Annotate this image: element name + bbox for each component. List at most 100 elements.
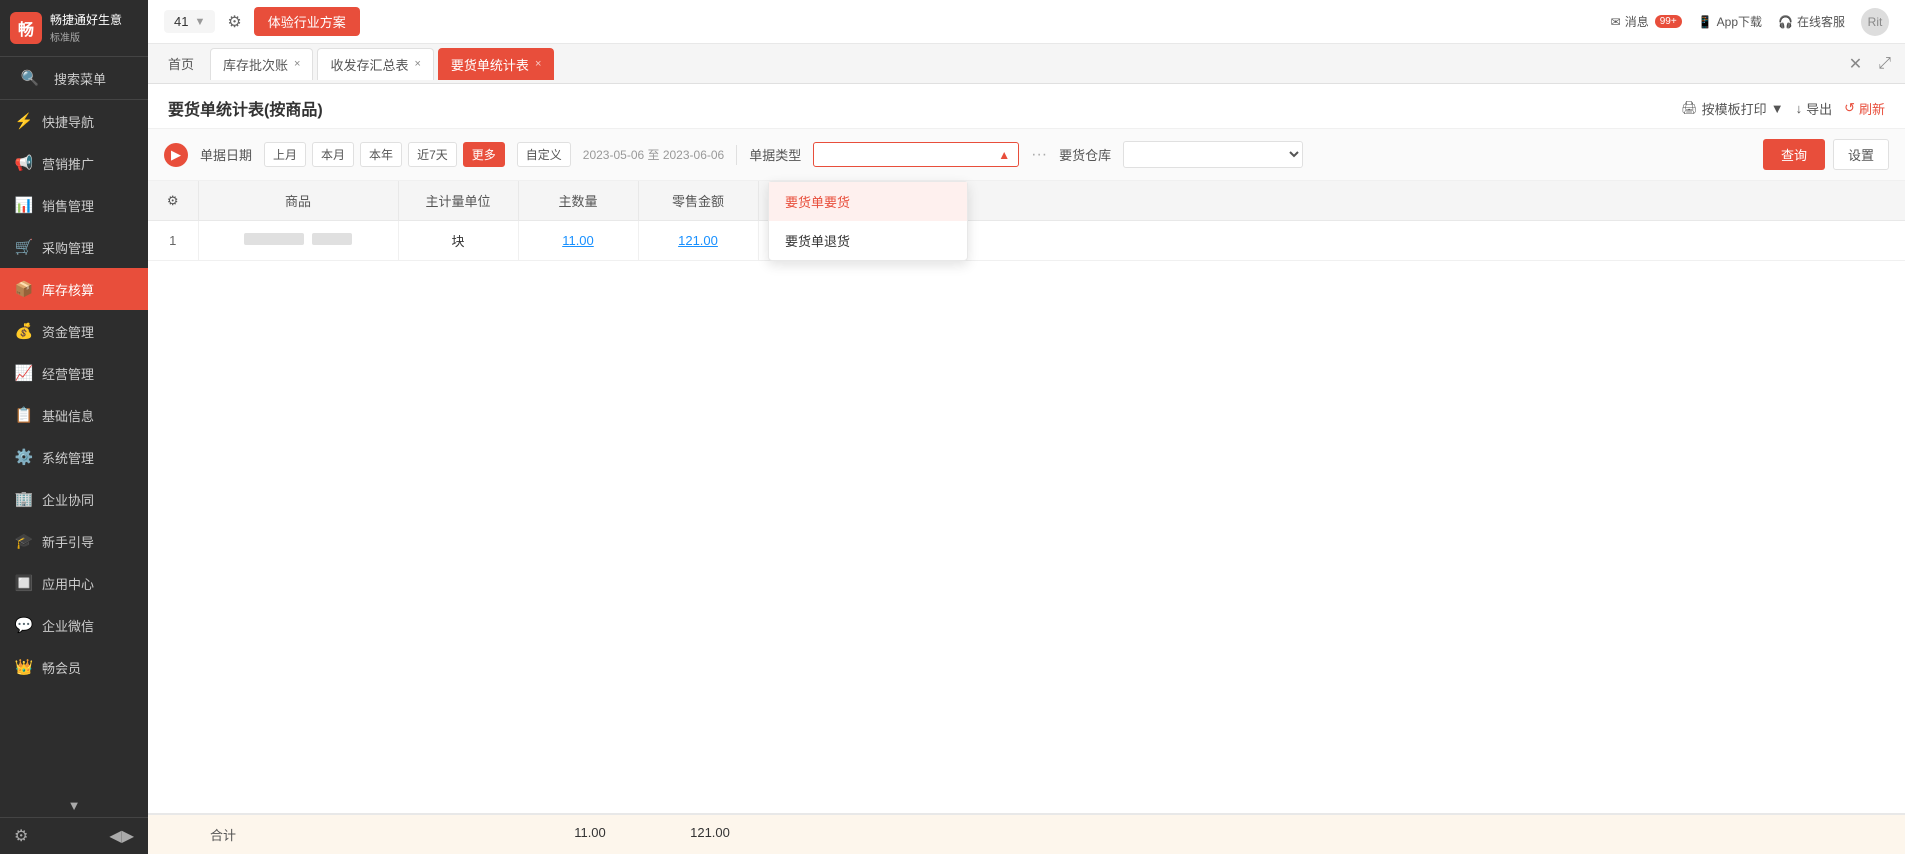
topbar-right: ✉ 消息 99+ 📱 App下载 🎧 在线客服 Rit <box>1611 8 1889 36</box>
sidebar-item-guide[interactable]: 🎓 新手引导 <box>0 520 148 562</box>
amount-link[interactable]: 121.00 <box>678 233 718 248</box>
page-header: 要货单统计表(按商品) 🖨 按模板打印 ▼ ↓ 导出 ↺ 刷新 <box>148 84 1905 129</box>
tab-inventory-batch-close[interactable]: × <box>294 58 300 70</box>
marketing-icon: 📢 <box>14 153 34 173</box>
sidebar-item-membership[interactable]: 👑 畅会员 <box>0 646 148 688</box>
export-icon: ↓ <box>1796 101 1803 116</box>
sidebar-item-shortcuts[interactable]: ⚡ 快捷导航 <box>0 100 148 142</box>
tab-receipts-summary-close[interactable]: × <box>414 58 420 70</box>
sidebar-item-wechat[interactable]: 💬 企业微信 <box>0 604 148 646</box>
sidebar-label-wechat: 企业微信 <box>42 616 94 635</box>
filter-date-btns: 上月 本月 本年 近7天 更多 <box>264 142 505 167</box>
filter-settings-btn[interactable]: 设置 <box>1833 139 1889 170</box>
type-select-input[interactable] <box>822 147 998 162</box>
sidebar-nav: ⚡ 快捷导航 📢 营销推广 📊 销售管理 🛒 采购管理 📦 库存核算 💰 资金管… <box>0 100 148 794</box>
filter-more-icon[interactable]: ··· <box>1031 146 1047 164</box>
export-btn[interactable]: ↓ 导出 <box>1796 99 1833 118</box>
sidebar-label-marketing: 营销推广 <box>42 154 94 173</box>
col-settings[interactable]: ⚙ <box>148 181 198 221</box>
date-btn-last-month[interactable]: 上月 <box>264 142 306 167</box>
dropdown-item-order-return[interactable]: 要货单退货 <box>769 221 967 260</box>
type-select[interactable]: ▲ <box>813 142 1019 167</box>
print-chevron-icon: ▼ <box>1771 101 1784 116</box>
main-area: 41 ▼ ⚙ 体验行业方案 ✉ 消息 99+ 📱 App下载 🎧 在线客服 Ri… <box>148 0 1905 854</box>
warehouse-select[interactable] <box>1123 141 1303 168</box>
close-all-tabs-btn[interactable]: ✕ <box>1843 52 1868 76</box>
expand-tabbar-btn[interactable]: ⤢ <box>1872 52 1897 76</box>
logo-icon: 畅 <box>10 12 42 44</box>
table-row: 1 块 11.00 121.00 <box>148 221 1905 261</box>
row-unit: 块 <box>398 221 518 261</box>
service-icon: 🎧 <box>1778 15 1793 29</box>
refresh-btn[interactable]: ↺ 刷新 <box>1844 99 1885 118</box>
page-content: 要货单统计表(按商品) 🖨 按模板打印 ▼ ↓ 导出 ↺ 刷新 ▶ <box>148 84 1905 854</box>
page-header-actions: 🖨 按模板打印 ▼ ↓ 导出 ↺ 刷新 <box>1681 99 1885 118</box>
store-selector[interactable]: 41 ▼ <box>164 10 215 33</box>
table-body: 1 块 11.00 121.00 <box>148 221 1905 261</box>
app-icon: 📱 <box>1698 15 1713 29</box>
tab-home[interactable]: 首页 <box>156 48 206 79</box>
tab-order-stats[interactable]: 要货单统计表 × <box>438 48 554 80</box>
sidebar-item-inventory[interactable]: 📦 库存核算 <box>0 268 148 310</box>
collapse-icon[interactable]: ◀▶ <box>109 826 134 846</box>
table-container: ⚙ 商品 主计量单位 主数量 零售金额 1 <box>148 181 1905 813</box>
settings-bottom-icon[interactable]: ⚙ <box>14 826 28 846</box>
date-btn-more[interactable]: 更多 <box>463 142 505 167</box>
date-btn-this-month[interactable]: 本月 <box>312 142 354 167</box>
user-avatar[interactable]: Rit <box>1861 8 1889 36</box>
date-btn-last7days[interactable]: 近7天 <box>408 142 457 167</box>
membership-icon: 👑 <box>14 657 34 677</box>
sidebar-item-basics[interactable]: 📋 基础信息 <box>0 394 148 436</box>
sales-icon: 📊 <box>14 195 34 215</box>
sidebar-item-procurement[interactable]: 🛒 采购管理 <box>0 226 148 268</box>
tab-receipts-summary[interactable]: 收发存汇总表 × <box>317 48 433 80</box>
col-product: 商品 <box>198 181 398 221</box>
date-btn-this-year[interactable]: 本年 <box>360 142 402 167</box>
tab-inventory-batch-label: 库存批次账 <box>223 55 288 74</box>
custom-date-btn[interactable]: 自定义 <box>517 142 571 167</box>
sidebar-item-marketing[interactable]: 📢 营销推广 <box>0 142 148 184</box>
row-amount: 121.00 <box>638 221 758 261</box>
sidebar-item-operations[interactable]: 📈 经营管理 <box>0 352 148 394</box>
search-icon: 🔍 <box>20 68 40 88</box>
print-label: 按模板打印 <box>1702 99 1767 118</box>
messages-btn[interactable]: ✉ 消息 99+ <box>1611 13 1682 30</box>
row-quantity: 11.00 <box>518 221 638 261</box>
tab-order-stats-label: 要货单统计表 <box>451 55 529 74</box>
sidebar-scroll-down[interactable]: ▼ <box>0 794 148 817</box>
col-quantity: 主数量 <box>518 181 638 221</box>
sidebar-item-enterprise[interactable]: 🏢 企业协同 <box>0 478 148 520</box>
sidebar-item-sales[interactable]: 📊 销售管理 <box>0 184 148 226</box>
sidebar-logo: 畅 畅捷通好生意 标准版 <box>0 0 148 57</box>
print-btn[interactable]: 🖨 按模板打印 ▼ <box>1681 99 1783 118</box>
procurement-icon: 🛒 <box>14 237 34 257</box>
footer-quantity: 11.00 <box>530 825 650 844</box>
sidebar-item-finance[interactable]: 💰 资金管理 <box>0 310 148 352</box>
sidebar-item-system[interactable]: ⚙️ 系统管理 <box>0 436 148 478</box>
sidebar-label-enterprise: 企业协同 <box>42 490 94 509</box>
quantity-link[interactable]: 11.00 <box>562 233 594 248</box>
appstore-icon: 🔲 <box>14 573 34 593</box>
messages-label: 消息 <box>1625 13 1649 30</box>
filter-expand-btn[interactable]: ▶ <box>164 143 188 167</box>
logo-sub: 标准版 <box>50 29 122 44</box>
refresh-label: 刷新 <box>1859 99 1885 118</box>
industry-btn[interactable]: 体验行业方案 <box>254 7 360 36</box>
store-name: 41 <box>174 14 188 29</box>
app-download-btn[interactable]: 📱 App下载 <box>1698 13 1762 30</box>
tab-order-stats-close[interactable]: × <box>535 58 541 70</box>
sidebar-item-appstore[interactable]: 🔲 应用中心 <box>0 562 148 604</box>
row-product <box>198 221 398 261</box>
app-download-label: App下载 <box>1717 13 1762 30</box>
tab-inventory-batch[interactable]: 库存批次账 × <box>210 48 313 80</box>
sidebar-search[interactable]: 🔍 搜索菜单 <box>0 57 148 100</box>
inventory-icon: 📦 <box>14 279 34 299</box>
online-service-btn[interactable]: 🎧 在线客服 <box>1778 13 1845 30</box>
query-btn[interactable]: 查询 <box>1763 139 1825 170</box>
topbar-gear-icon[interactable]: ⚙ <box>227 12 241 32</box>
sidebar-label-appstore: 应用中心 <box>42 574 94 593</box>
search-label: 搜索菜单 <box>54 69 106 88</box>
sidebar: 畅 畅捷通好生意 标准版 🔍 搜索菜单 ⚡ 快捷导航 📢 营销推广 📊 销售管理… <box>0 0 148 854</box>
col-amount: 零售金额 <box>638 181 758 221</box>
dropdown-item-order-goods[interactable]: 要货单要货 <box>769 182 967 221</box>
